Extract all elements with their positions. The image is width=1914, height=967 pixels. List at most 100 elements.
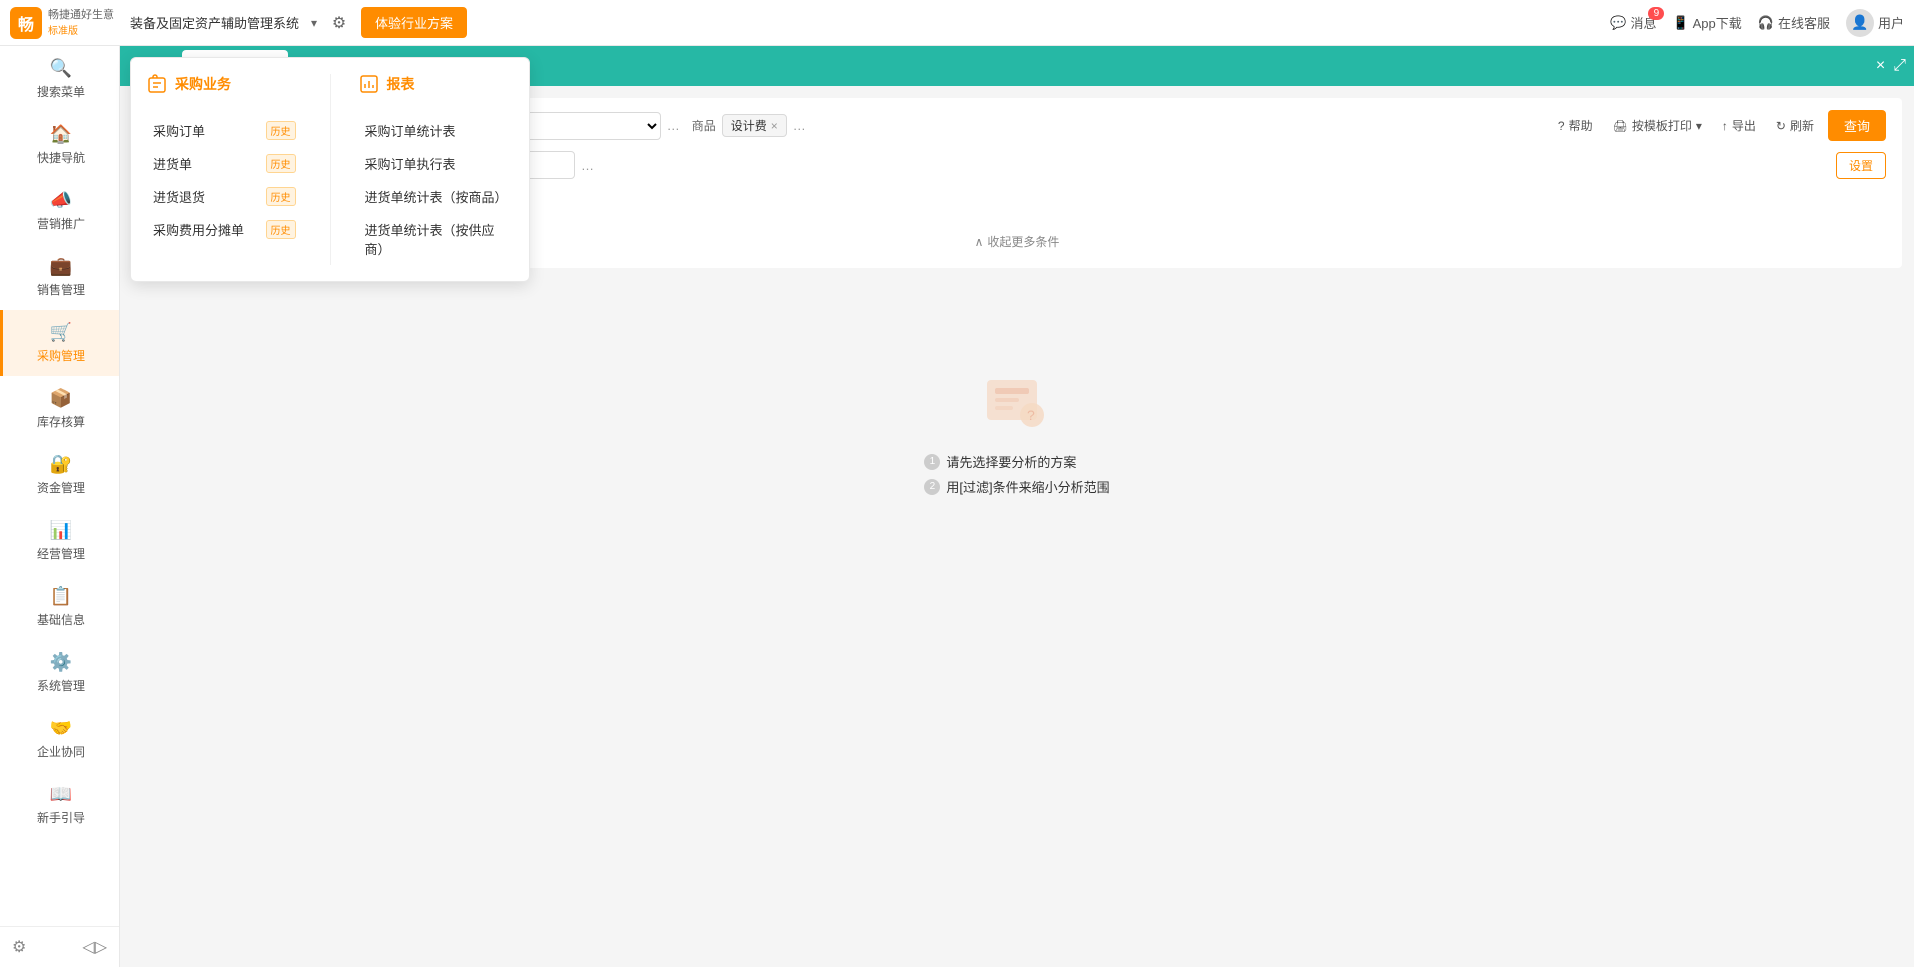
user-avatar: 👤 [1846, 9, 1874, 37]
inventory-icon: 📦 [50, 388, 72, 409]
sidebar-label-operation: 经营管理 [37, 545, 85, 562]
goods-receipt-history-badge[interactable]: 历史 [266, 154, 296, 173]
sidebar-item-operation[interactable]: 📊 经营管理 [0, 508, 119, 574]
menu-item-purchase-expense-label: 采购费用分摊单 [153, 220, 244, 239]
empty-illustration: ? [977, 360, 1057, 440]
sidebar-label-marketing: 营销推广 [37, 215, 85, 232]
user-menu-btn[interactable]: 👤 用户 [1846, 9, 1904, 37]
svg-text:?: ? [1027, 407, 1035, 423]
menu-item-goods-return[interactable]: 进货退货 历史 [147, 180, 302, 213]
marketing-icon: 📣 [50, 190, 72, 211]
print-dropdown-icon: ▾ [1696, 119, 1702, 133]
sidebar-label-base: 基础信息 [37, 611, 85, 628]
menu-item-goods-receipt-stat-by-goods[interactable]: 进货单统计表（按商品） [359, 180, 514, 213]
sidebar-settings-btn[interactable]: ⚙ [12, 937, 26, 957]
goods-dots[interactable]: … [793, 118, 806, 133]
sidebar-label-sales: 销售管理 [37, 281, 85, 298]
refresh-icon: ↻ [1776, 119, 1786, 133]
empty-tip-1-text: 请先选择要分析的方案 [946, 452, 1076, 471]
report-section-title: 报表 [359, 74, 514, 102]
empty-tip-2-text: 用[过滤]条件来缩小分析范围 [946, 477, 1109, 496]
goods-tag-close[interactable]: × [771, 119, 778, 133]
purchase-order-history-badge[interactable]: 历史 [266, 121, 296, 140]
headset-icon: 🎧 [1758, 15, 1774, 31]
message-icon: 💬 [1610, 15, 1626, 31]
report-section-icon [359, 74, 379, 94]
sidebar-item-base[interactable]: 📋 基础信息 [0, 574, 119, 640]
purchase-section-label: 采购业务 [175, 74, 231, 94]
finance-icon: 🔐 [50, 454, 72, 475]
sidebar-label-system: 系统管理 [37, 677, 85, 694]
system-dropdown-btn[interactable]: ▾ [311, 16, 317, 30]
purchase-dropdown-menu: 采购业务 采购订单 历史 进货单 历史 进货退货 历史 采购费用分摊单 历史 [130, 57, 530, 282]
sidebar-item-system[interactable]: ⚙️ 系统管理 [0, 640, 119, 706]
sidebar: 🔍 搜索菜单 🏠 快捷导航 📣 营销推广 💼 销售管理 🛒 采购管理 📦 库存核… [0, 46, 120, 967]
refresh-label: 刷新 [1790, 117, 1814, 134]
sidebar-label-guide: 新手引导 [37, 809, 85, 826]
sidebar-item-search[interactable]: 🔍 搜索菜单 [0, 46, 119, 112]
menu-divider [330, 74, 331, 265]
salesperson-dots[interactable]: … [581, 158, 594, 173]
sidebar-label-purchase: 采购管理 [37, 347, 85, 364]
export-icon: ↑ [1722, 119, 1728, 133]
operation-icon: 📊 [50, 520, 72, 541]
help-label: 帮助 [1569, 117, 1593, 134]
menu-item-goods-receipt-label: 进货单 [153, 154, 192, 173]
app-download-btn[interactable]: 📱 App下载 [1672, 13, 1741, 32]
message-btn[interactable]: 💬 消息 9 [1610, 13, 1656, 32]
system-title: 装备及固定资产辅助管理系统 [130, 13, 299, 32]
toolbar-right: ? 帮助 🖨 按模板打印 ▾ ↑ 导出 ↻ [1552, 110, 1886, 141]
sidebar-item-inventory[interactable]: 📦 库存核算 [0, 376, 119, 442]
print-btn[interactable]: 🖨 按模板打印 ▾ [1607, 113, 1708, 138]
sidebar-item-cooperation[interactable]: 🤝 企业协同 [0, 706, 119, 772]
menu-item-goods-receipt-stat-by-supplier[interactable]: 进货单统计表（按供应商） [359, 213, 514, 265]
menu-item-purchase-order-label: 采购订单 [153, 121, 205, 140]
menu-item-purchase-order-exec[interactable]: 采购订单执行表 [359, 147, 514, 180]
top-header: 畅 畅捷通好生意 标准版 装备及固定资产辅助管理系统 ▾ ⚙ 体验行业方案 💬 … [0, 0, 1914, 46]
logo-area: 畅 畅捷通好生意 标准版 [10, 7, 130, 39]
logo-badge: 标准版 [48, 22, 114, 37]
tab-expand-btn[interactable]: ⤢ [1893, 57, 1906, 75]
goods-return-history-badge[interactable]: 历史 [266, 187, 296, 206]
cooperation-icon: 🤝 [50, 718, 72, 739]
menu-item-goods-return-label: 进货退货 [153, 187, 205, 206]
sidebar-collapse-btn[interactable]: ◁▷ [82, 937, 107, 957]
purchase-expense-history-badge[interactable]: 历史 [266, 220, 296, 239]
sidebar-label-search: 搜索菜单 [37, 83, 85, 100]
header-settings-btn[interactable]: ⚙ [325, 9, 353, 37]
sidebar-item-marketing[interactable]: 📣 营销推广 [0, 178, 119, 244]
purchase-icon: 🛒 [50, 322, 72, 343]
settings-small-btn[interactable]: 设置 [1836, 152, 1886, 179]
refresh-btn[interactable]: ↻ 刷新 [1770, 113, 1820, 138]
sidebar-item-finance[interactable]: 🔐 资金管理 [0, 442, 119, 508]
export-label: 导出 [1732, 117, 1756, 134]
menu-item-purchase-order-exec-label: 采购订单执行表 [365, 154, 456, 173]
help-btn[interactable]: ? 帮助 [1552, 113, 1599, 138]
message-badge: 9 [1648, 7, 1664, 20]
export-btn[interactable]: ↑ 导出 [1716, 113, 1762, 138]
sidebar-item-sales[interactable]: 💼 销售管理 [0, 244, 119, 310]
guide-icon: 📖 [50, 784, 72, 805]
menu-item-purchase-order[interactable]: 采购订单 历史 [147, 114, 302, 147]
menu-item-purchase-order-stat[interactable]: 采购订单统计表 [359, 114, 514, 147]
tab-close-all-btn[interactable]: × [1876, 57, 1885, 75]
menu-item-purchase-expense[interactable]: 采购费用分摊单 历史 [147, 213, 302, 246]
sidebar-item-purchase[interactable]: 🛒 采购管理 [0, 310, 119, 376]
menu-item-goods-receipt[interactable]: 进货单 历史 [147, 147, 302, 180]
report-menu-section: 报表 采购订单统计表 采购订单执行表 进货单统计表（按商品） 进货单统计表（按供… [359, 74, 514, 265]
logo-text: 畅捷通好生意 [48, 8, 114, 22]
query-btn[interactable]: 查询 [1828, 110, 1886, 141]
purchase-section-title: 采购业务 [147, 74, 302, 102]
print-icon: 🖨 [1613, 119, 1628, 133]
online-service-btn[interactable]: 🎧 在线客服 [1758, 13, 1830, 32]
doc-status-dots[interactable]: … [667, 118, 680, 133]
collapse-btn[interactable]: ∧ 收起更多条件 [975, 233, 1060, 250]
sidebar-label-inventory: 库存核算 [37, 413, 85, 430]
doc-status-select[interactable] [521, 112, 661, 140]
sales-icon: 💼 [50, 256, 72, 277]
goods-filter-group: 商品 设计费 × … [692, 114, 806, 137]
purchase-section-icon [147, 74, 167, 94]
industry-btn[interactable]: 体验行业方案 [361, 7, 467, 38]
sidebar-item-guide[interactable]: 📖 新手引导 [0, 772, 119, 838]
sidebar-item-nav[interactable]: 🏠 快捷导航 [0, 112, 119, 178]
